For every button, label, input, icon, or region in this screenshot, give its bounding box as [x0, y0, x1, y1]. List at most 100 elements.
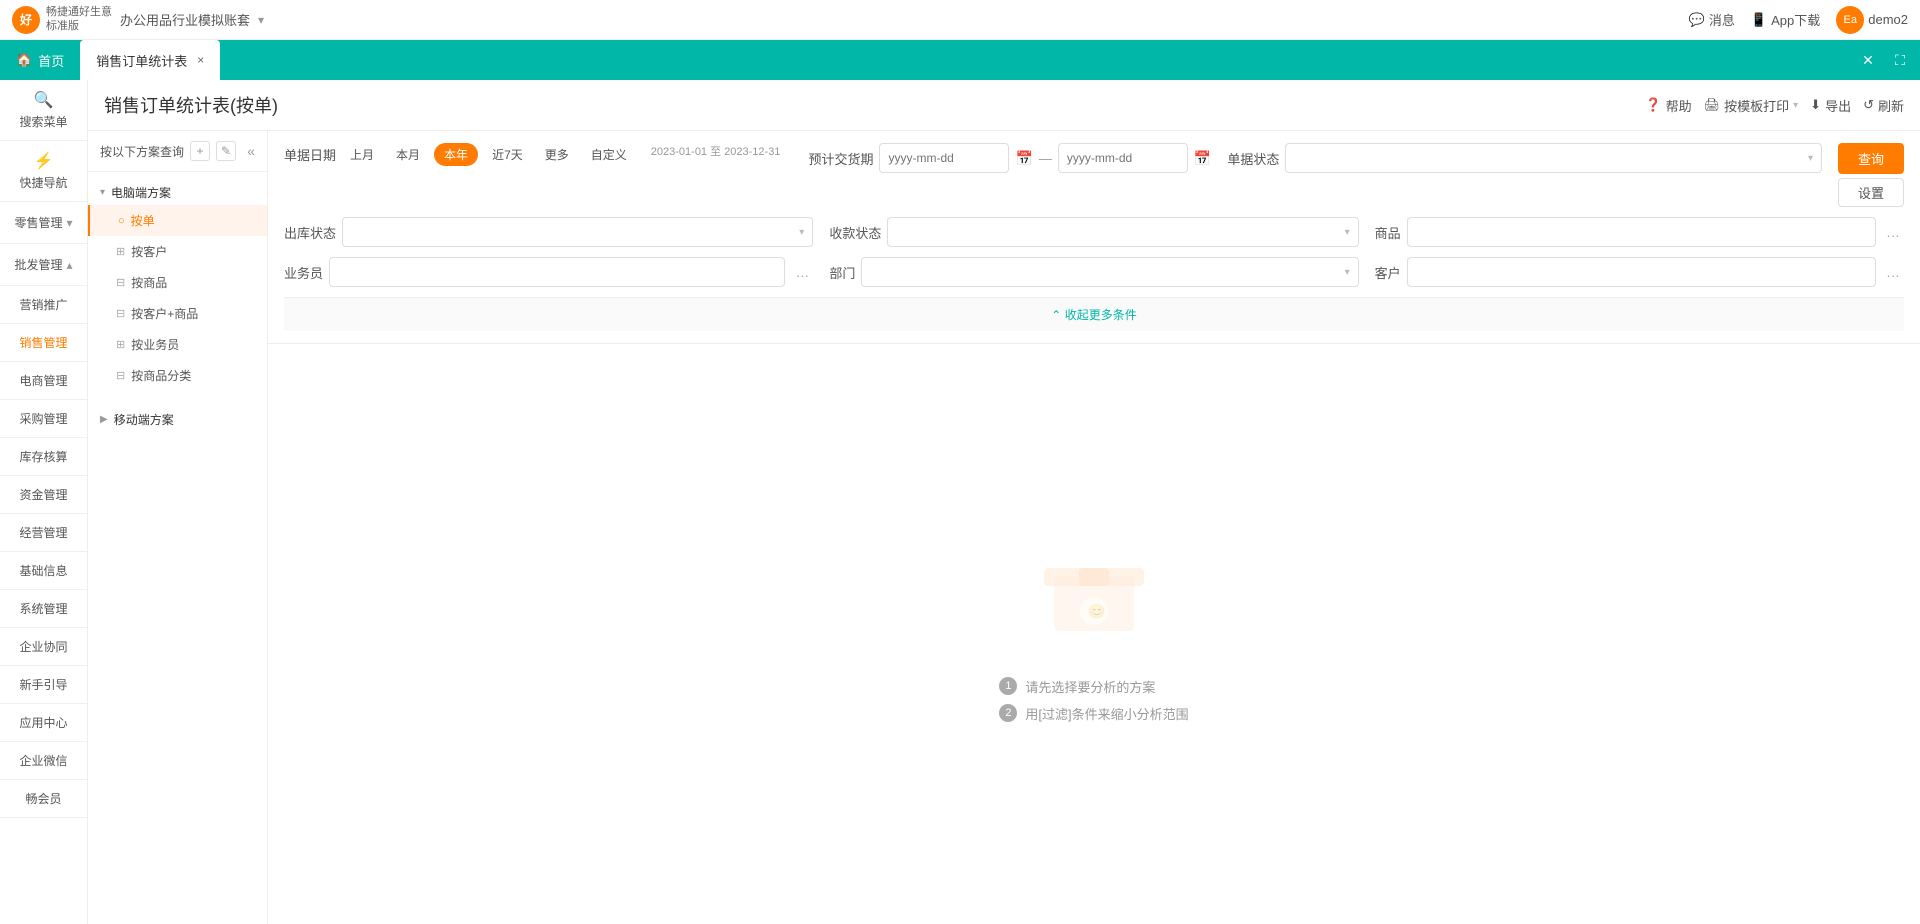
- scheme-item-by-product-category[interactable]: ⊟ 按商品分类: [88, 360, 267, 391]
- date-btn-last-month[interactable]: 上月: [342, 143, 382, 166]
- settings-button[interactable]: 设置: [1838, 178, 1904, 207]
- page-header: 销售订单统计表(按单) ❓ 帮助 🖨 按模板打印 ▾ ⬇ 导出 ↺ 刷新: [88, 80, 1920, 131]
- customer-ellipsis-button[interactable]: …: [1882, 264, 1904, 280]
- sidebar: 🔍 搜索菜单 ⚡ 快捷导航 零售管理 ▾ 批发管理 ▴ 营销推广 销售管理 电商…: [0, 80, 88, 924]
- app-download-icon: 📱: [1751, 12, 1767, 28]
- pc-scheme-section-title[interactable]: ▾ 电脑端方案: [88, 180, 267, 205]
- date-btn-more[interactable]: 更多: [537, 143, 577, 166]
- template-print-arrow-icon: ▾: [1793, 100, 1798, 111]
- department-select[interactable]: ▾: [861, 257, 1358, 287]
- sidebar-item-ecommerce[interactable]: 电商管理: [0, 362, 87, 400]
- date-btn-this-year[interactable]: 本年: [434, 143, 478, 166]
- hint-num-2: 2: [999, 704, 1017, 722]
- expected-date-from-input[interactable]: [879, 143, 1009, 173]
- pc-scheme-arrow-icon: ▾: [100, 187, 105, 198]
- user-area[interactable]: Ea demo2: [1836, 6, 1908, 34]
- template-print-button[interactable]: 🖨 按模板打印 ▾: [1704, 96, 1799, 115]
- tab-close-icon[interactable]: ×: [197, 53, 204, 67]
- mobile-scheme-section: ▶ 移动端方案: [88, 399, 267, 440]
- collect-status-select[interactable]: ▾: [887, 217, 1358, 247]
- sidebar-item-newcomer[interactable]: 新手引导: [0, 666, 87, 704]
- scheme-item-by-salesperson[interactable]: ⊞ 按业务员: [88, 329, 267, 360]
- scheme-item-icon-by-salesperson: ⊞: [116, 338, 125, 351]
- collect-status-label: 收款状态: [829, 223, 881, 242]
- salesperson-ellipsis-button[interactable]: …: [791, 264, 813, 280]
- empty-illustration: 😊: [1034, 546, 1154, 661]
- product-ellipsis-button[interactable]: …: [1882, 224, 1904, 240]
- customer-input[interactable]: [1407, 257, 1876, 287]
- collapse-bar[interactable]: ⌃ 收起更多条件: [284, 297, 1904, 331]
- scheme-item-by-product[interactable]: ⊟ 按商品: [88, 267, 267, 298]
- tab-maximize-button[interactable]: ⛶: [1888, 48, 1912, 72]
- export-icon: ⬇: [1810, 97, 1821, 113]
- date-btn-last7days[interactable]: 近7天: [484, 143, 531, 166]
- salesperson-input[interactable]: [329, 257, 785, 287]
- doc-status-select[interactable]: ▾: [1285, 143, 1822, 173]
- query-button[interactable]: 查询: [1838, 143, 1904, 174]
- help-button[interactable]: ❓ 帮助: [1645, 96, 1691, 115]
- scheme-item-icon-by-customer: ⊞: [116, 245, 125, 258]
- export-button[interactable]: ⬇ 导出: [1810, 96, 1851, 115]
- scheme-item-icon-by-product-category: ⊟: [116, 369, 125, 382]
- main-layout: 🔍 搜索菜单 ⚡ 快捷导航 零售管理 ▾ 批发管理 ▴ 营销推广 销售管理 电商…: [0, 80, 1920, 924]
- date-dash: —: [1039, 151, 1052, 166]
- tab-home[interactable]: 🏠 首页: [0, 40, 80, 80]
- sidebar-item-finance[interactable]: 资金管理: [0, 476, 87, 514]
- expected-date-to-calendar-icon[interactable]: 📅: [1194, 150, 1211, 167]
- retail-arrow-icon: ▾: [66, 216, 72, 230]
- scheme-item-by-customer[interactable]: ⊞ 按客户: [88, 236, 267, 267]
- page-header-actions: ❓ 帮助 🖨 按模板打印 ▾ ⬇ 导出 ↺ 刷新: [1645, 96, 1904, 127]
- sidebar-item-wechat[interactable]: 企业微信: [0, 742, 87, 780]
- expected-date-from-calendar-icon[interactable]: 📅: [1015, 150, 1032, 167]
- scheme-item-icon-by-product: ⊟: [116, 276, 125, 289]
- tab-sales-order-stats[interactable]: 销售订单统计表 ×: [80, 40, 220, 80]
- scheme-collapse-button[interactable]: «: [247, 143, 255, 159]
- sidebar-item-retail[interactable]: 零售管理 ▾: [0, 202, 87, 244]
- tab-bar-actions: ✕ ⛶: [1856, 48, 1912, 72]
- scheme-add-button[interactable]: +: [190, 141, 210, 161]
- tab-close-window-button[interactable]: ✕: [1856, 48, 1880, 72]
- print-icon: 🖨: [1704, 97, 1721, 113]
- expected-date-to-input[interactable]: [1058, 143, 1188, 173]
- mobile-scheme-arrow-icon: ▶: [100, 414, 108, 425]
- quick-nav-icon: ⚡: [34, 151, 54, 171]
- pc-scheme-section: ▾ 电脑端方案 ○ 按单 ⊞ 按客户 ⊟ 按商品: [88, 172, 267, 399]
- salesperson-label: 业务员: [284, 263, 323, 282]
- tab-bar: 🏠 首页 销售订单统计表 × ✕ ⛶: [0, 40, 1920, 80]
- refresh-button[interactable]: ↺ 刷新: [1863, 96, 1904, 115]
- action-buttons: 查询 设置: [1838, 143, 1904, 207]
- message-button[interactable]: 💬 消息: [1689, 10, 1735, 29]
- date-btn-this-month[interactable]: 本月: [388, 143, 428, 166]
- hint-num-1: 1: [999, 677, 1017, 695]
- sidebar-item-system[interactable]: 系统管理: [0, 590, 87, 628]
- app-download-button[interactable]: 📱 App下载: [1751, 10, 1820, 29]
- empty-state: 😊 1 请先选择要分析的方案 2 用[过滤]条件来缩小分析范围: [268, 344, 1920, 924]
- doc-status-down-arrow-icon: ▾: [1808, 153, 1813, 164]
- sidebar-item-wholesale[interactable]: 批发管理 ▴: [0, 244, 87, 286]
- sidebar-item-quick-nav[interactable]: ⚡ 快捷导航: [0, 141, 87, 202]
- date-btn-custom[interactable]: 自定义: [583, 143, 635, 166]
- sidebar-item-purchase[interactable]: 采购管理: [0, 400, 87, 438]
- sidebar-item-sales[interactable]: 销售管理: [0, 324, 87, 362]
- scheme-edit-button[interactable]: ✎: [216, 141, 236, 161]
- scheme-item-by-order[interactable]: ○ 按单: [88, 205, 267, 236]
- scheme-item-by-customer-product[interactable]: ⊟ 按客户+商品: [88, 298, 267, 329]
- breadcrumb-arrow-icon[interactable]: ▾: [258, 13, 264, 27]
- product-input[interactable]: [1407, 217, 1876, 247]
- collect-status-down-arrow-icon: ▾: [1345, 227, 1350, 238]
- right-panel: 单据日期 上月 本月 本年 近7天 更多 自定义: [268, 131, 1920, 924]
- sidebar-item-marketing[interactable]: 营销推广: [0, 286, 87, 324]
- sidebar-item-search-menu[interactable]: 🔍 搜索菜单: [0, 80, 87, 141]
- ship-status-select[interactable]: ▾: [342, 217, 813, 247]
- sidebar-item-appcenter[interactable]: 应用中心: [0, 704, 87, 742]
- sidebar-item-enterprise[interactable]: 企业协同: [0, 628, 87, 666]
- sidebar-item-member[interactable]: 畅会员: [0, 780, 87, 818]
- department-down-arrow-icon: ▾: [1345, 267, 1350, 278]
- breadcrumb-title[interactable]: 办公用品行业模拟账套: [120, 10, 250, 29]
- doc-status-label: 单据状态: [1227, 149, 1279, 168]
- sidebar-item-operations[interactable]: 经营管理: [0, 514, 87, 552]
- mobile-scheme-section-title[interactable]: ▶ 移动端方案: [88, 407, 267, 432]
- sidebar-item-inventory[interactable]: 库存核算: [0, 438, 87, 476]
- sidebar-item-basics[interactable]: 基础信息: [0, 552, 87, 590]
- logo-text: 畅捷通好生意 标准版: [46, 6, 112, 32]
